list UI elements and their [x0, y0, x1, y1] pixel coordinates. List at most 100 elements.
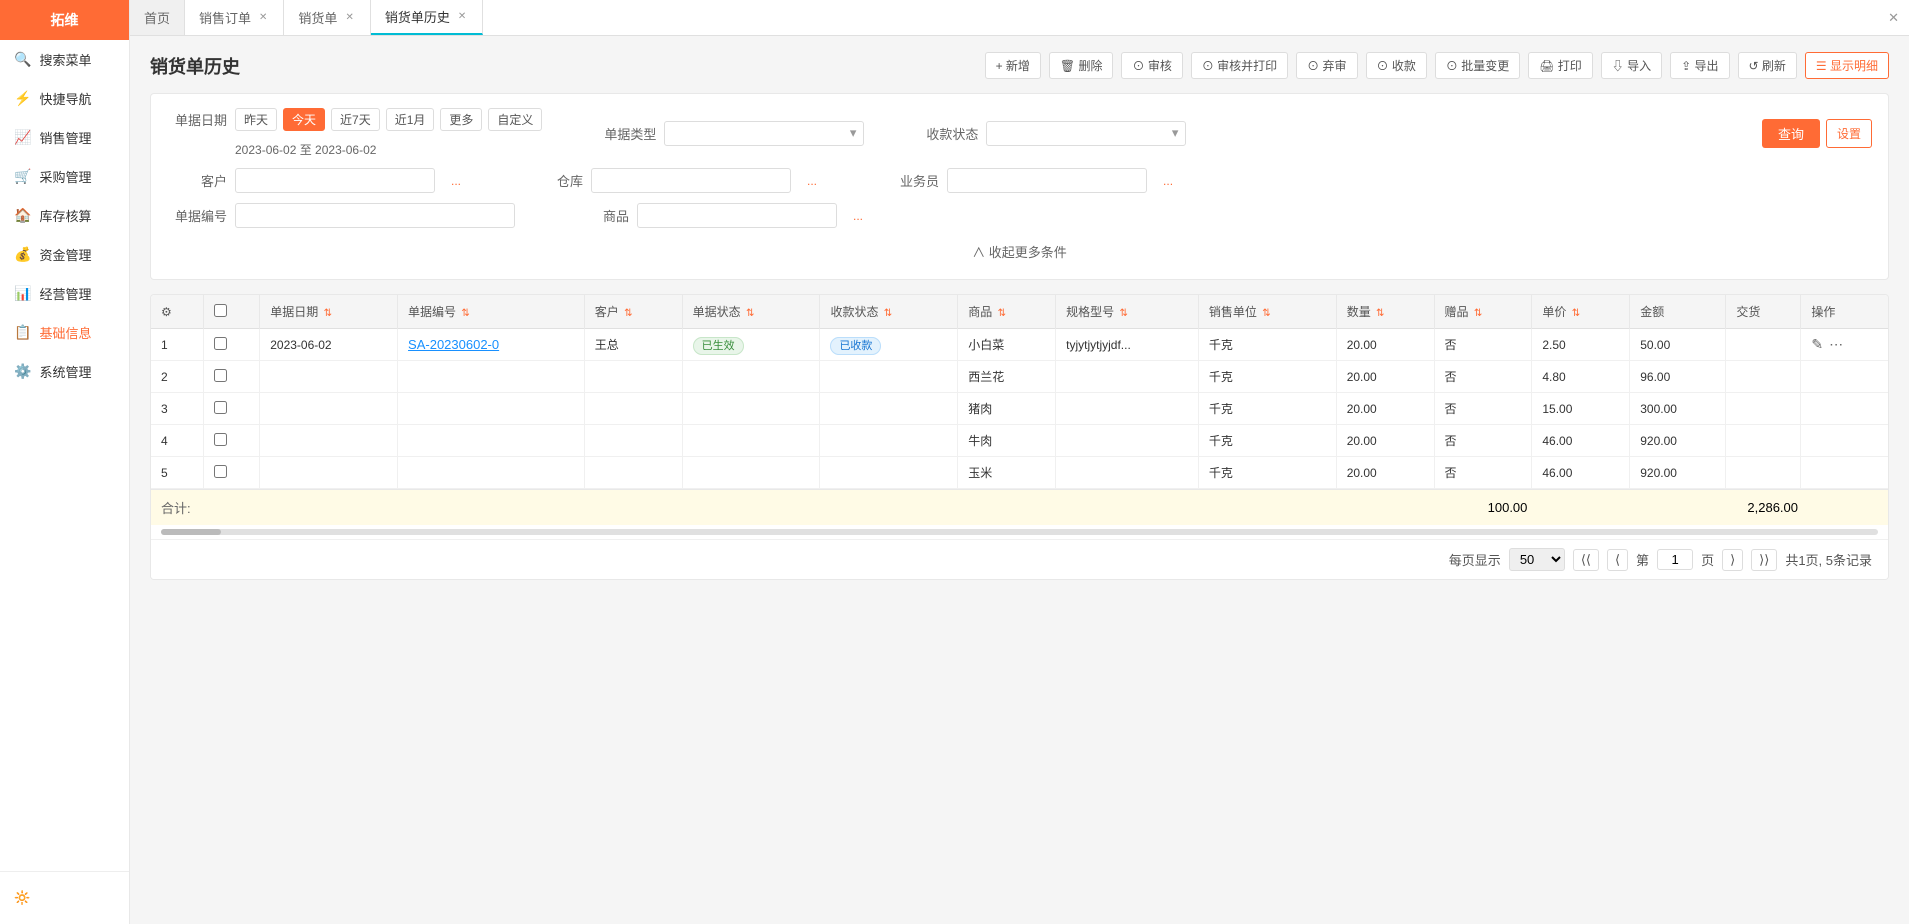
- edit-icon[interactable]: ✎: [1811, 336, 1823, 353]
- cell-amount: 920.00: [1630, 425, 1726, 457]
- cell-unit_price: 15.00: [1532, 393, 1630, 425]
- col-goods[interactable]: 商品 ⇅: [958, 295, 1056, 329]
- cell-checkbox[interactable]: [203, 457, 260, 489]
- next-page-btn[interactable]: ⟩: [1722, 549, 1743, 571]
- col-spec[interactable]: 规格型号 ⇅: [1056, 295, 1199, 329]
- btn-approve[interactable]: ⊙ 审核: [1121, 52, 1182, 79]
- select-all-checkbox[interactable]: [214, 304, 227, 317]
- collapse-filter-btn[interactable]: ∧ 收起更多条件: [167, 238, 1872, 265]
- settings-button[interactable]: 设置: [1826, 119, 1872, 148]
- table-row: 2西兰花千克20.00否4.8096.00: [151, 361, 1888, 393]
- btn-print[interactable]: 🖨 打印: [1528, 52, 1593, 79]
- row-checkbox[interactable]: [214, 337, 227, 350]
- col-date[interactable]: 单据日期 ⇅: [260, 295, 398, 329]
- btn-collect[interactable]: ⊙ 收款: [1366, 52, 1427, 79]
- sidebar-item-operation[interactable]: 📊 经营管理: [0, 274, 129, 313]
- btn-more[interactable]: 更多: [440, 108, 482, 131]
- cell-customer: 王总: [584, 329, 682, 361]
- first-page-btn[interactable]: ⟨⟨: [1573, 549, 1599, 571]
- tab-bar-close[interactable]: ✕: [1888, 10, 1909, 26]
- col-quantity[interactable]: 数量 ⇅: [1336, 295, 1434, 329]
- payment-status-select[interactable]: [986, 121, 1186, 146]
- cell-checkbox[interactable]: [203, 329, 260, 361]
- doc-type-select[interactable]: [664, 121, 864, 146]
- cell-checkbox[interactable]: [203, 393, 260, 425]
- col-checkbox[interactable]: [203, 295, 260, 329]
- sidebar-item-system-mgmt[interactable]: ⚙️ 系统管理: [0, 352, 129, 391]
- col-unit-price[interactable]: 单价 ⇅: [1532, 295, 1630, 329]
- tab-home[interactable]: 首页: [130, 0, 185, 35]
- sidebar-item-search-menu[interactable]: 🔍 搜索菜单: [0, 40, 129, 79]
- salesperson-ellipsis[interactable]: ...: [1155, 170, 1181, 192]
- salesperson-input[interactable]: [947, 168, 1147, 193]
- row-checkbox[interactable]: [214, 401, 227, 414]
- sidebar-item-purchase-mgmt[interactable]: 🛒 采购管理: [0, 157, 129, 196]
- query-button[interactable]: 查询: [1762, 119, 1820, 148]
- btn-reject[interactable]: ⊙ 弃审: [1296, 52, 1357, 79]
- btn-refresh[interactable]: ↺ 刷新: [1738, 52, 1797, 79]
- cell-row-num: 1: [151, 329, 203, 361]
- col-amount: 金额: [1630, 295, 1726, 329]
- col-sales-unit[interactable]: 销售单位 ⇅: [1198, 295, 1336, 329]
- btn-yesterday[interactable]: 昨天: [235, 108, 277, 131]
- tab-sales-order-close[interactable]: ✕: [257, 11, 269, 24]
- scrollbar-thumb[interactable]: [161, 529, 221, 535]
- more-icon[interactable]: ⋯: [1829, 336, 1843, 353]
- sidebar-bottom-item-1[interactable]: 🔆: [0, 880, 129, 916]
- cell-doc_no: SA-20230602-0: [398, 329, 585, 361]
- per-page-select[interactable]: 50 10 20 100: [1509, 548, 1565, 571]
- cell-doc-status: [682, 457, 820, 489]
- sidebar-item-label: 销售管理: [39, 128, 91, 147]
- cell-checkbox[interactable]: [203, 425, 260, 457]
- per-page-label: 每页显示: [1449, 550, 1501, 569]
- cell-checkbox[interactable]: [203, 361, 260, 393]
- btn-custom[interactable]: 自定义: [488, 108, 542, 131]
- sidebar-item-sales-mgmt[interactable]: 📈 销售管理: [0, 118, 129, 157]
- btn-1month[interactable]: 近1月: [386, 108, 435, 131]
- sidebar-item-quick-nav[interactable]: ⚡ 快捷导航: [0, 79, 129, 118]
- btn-batch-change[interactable]: ⊙ 批量变更: [1435, 52, 1520, 79]
- page-number-input[interactable]: 1: [1657, 549, 1693, 570]
- doc-no-link[interactable]: SA-20230602-0: [408, 337, 499, 352]
- sidebar-item-finance[interactable]: 💰 资金管理: [0, 235, 129, 274]
- prev-page-btn[interactable]: ⟨: [1607, 549, 1628, 571]
- btn-approve-print[interactable]: ⊙ 审核并打印: [1191, 52, 1288, 79]
- btn-export[interactable]: ⇪ 导出: [1670, 52, 1729, 79]
- col-settings[interactable]: ⚙: [151, 295, 203, 329]
- row-checkbox[interactable]: [214, 369, 227, 382]
- row-checkbox[interactable]: [214, 465, 227, 478]
- btn-show-detail[interactable]: ☰ 显示明细: [1805, 52, 1889, 79]
- content-area: 销货单历史 + 新增 🗑 删除 ⊙ 审核 ⊙ 审核并打印 ⊙ 弃审 ⊙ 收款 ⊙…: [130, 36, 1909, 924]
- doc-no-input[interactable]: [235, 203, 515, 228]
- goods-ellipsis[interactable]: ...: [845, 205, 871, 227]
- col-payment-status[interactable]: 收款状态 ⇅: [820, 295, 958, 329]
- sidebar-item-basic-info[interactable]: 📋 基础信息: [0, 313, 129, 352]
- col-customer[interactable]: 客户 ⇅: [584, 295, 682, 329]
- btn-add[interactable]: + 新增: [985, 52, 1041, 79]
- cell-payment-status: [820, 393, 958, 425]
- btn-7days[interactable]: 近7天: [331, 108, 380, 131]
- cell-sales_unit: 千克: [1198, 361, 1336, 393]
- last-page-btn[interactable]: ⟩⟩: [1751, 549, 1777, 571]
- sidebar-item-inventory[interactable]: 🏠 库存核算: [0, 196, 129, 235]
- btn-delete[interactable]: 🗑 删除: [1049, 52, 1114, 79]
- cell-quantity: 20.00: [1336, 361, 1434, 393]
- sidebar: 拓维 🔍 搜索菜单 ⚡ 快捷导航 📈 销售管理 🛒 采购管理 🏠 库存核算 💰 …: [0, 0, 130, 924]
- btn-import[interactable]: ⇩ 导入: [1601, 52, 1662, 79]
- customer-input[interactable]: [235, 168, 435, 193]
- horizontal-scrollbar[interactable]: [151, 525, 1888, 539]
- warehouse-ellipsis[interactable]: ...: [799, 170, 825, 192]
- col-doc-status[interactable]: 单据状态 ⇅: [682, 295, 820, 329]
- btn-today[interactable]: 今天: [283, 108, 325, 131]
- goods-input[interactable]: [637, 203, 837, 228]
- tab-sales-invoice-close[interactable]: ✕: [343, 11, 355, 24]
- warehouse-input[interactable]: [591, 168, 791, 193]
- tab-sales-order[interactable]: 销售订单 ✕: [185, 0, 284, 35]
- col-gift[interactable]: 赠品 ⇅: [1434, 295, 1532, 329]
- tab-history-close[interactable]: ✕: [456, 10, 468, 23]
- tab-sales-invoice[interactable]: 销货单 ✕: [284, 0, 370, 35]
- customer-ellipsis[interactable]: ...: [443, 170, 469, 192]
- tab-history[interactable]: 销货单历史 ✕: [371, 0, 483, 35]
- col-doc-no[interactable]: 单据编号 ⇅: [398, 295, 585, 329]
- row-checkbox[interactable]: [214, 433, 227, 446]
